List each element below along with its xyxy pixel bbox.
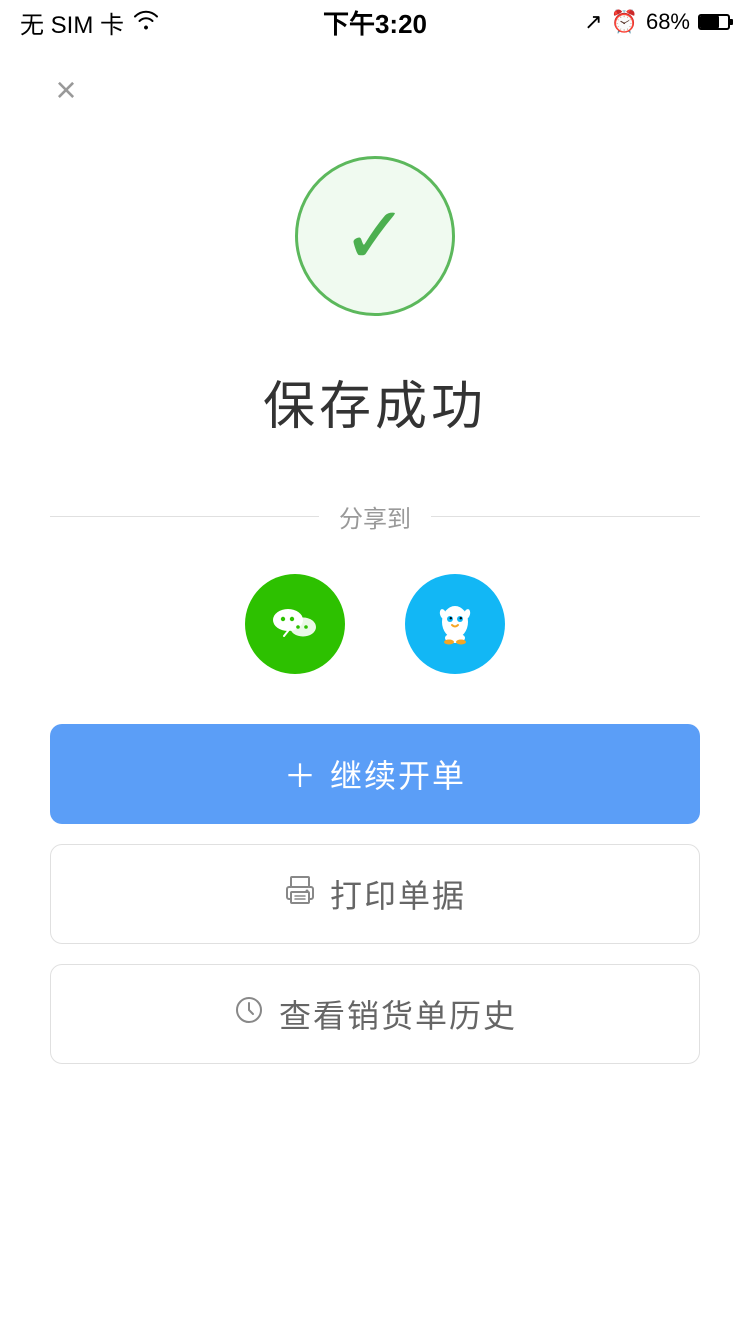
wechat-share-button[interactable] xyxy=(245,574,345,674)
wifi-icon xyxy=(132,8,160,37)
left-divider xyxy=(50,516,319,517)
history-icon xyxy=(233,994,265,1034)
alarm-icon: ⏰ xyxy=(611,9,638,35)
status-bar: 无 SIM 卡 下午3:20 ↗ ⏰ 68% xyxy=(0,0,750,44)
plus-icon: ＋ xyxy=(284,751,318,797)
action-buttons: ＋ 继续开单 打印单据 xyxy=(50,724,700,1104)
close-icon: × xyxy=(55,72,76,108)
checkmark-icon: ✓ xyxy=(341,196,408,276)
history-label: 查看销货单历史 xyxy=(279,991,517,1037)
history-button[interactable]: 查看销货单历史 xyxy=(50,964,700,1064)
status-left: 无 SIM 卡 xyxy=(20,5,160,40)
battery-icon xyxy=(698,14,730,30)
share-icons-row xyxy=(50,574,700,674)
continue-button[interactable]: ＋ 继续开单 xyxy=(50,724,700,824)
location-icon: ↗ xyxy=(584,9,602,35)
wechat-icon xyxy=(265,594,325,654)
main-content: ✓ 保存成功 分享到 xyxy=(0,116,750,1334)
close-btn-row: × xyxy=(0,44,750,116)
print-label: 打印单据 xyxy=(330,871,466,917)
status-time: 下午3:20 xyxy=(323,4,427,41)
share-section: 分享到 xyxy=(50,499,700,674)
share-divider-row: 分享到 xyxy=(50,499,700,534)
close-button[interactable]: × xyxy=(40,64,92,116)
battery-label: 68% xyxy=(646,9,690,35)
status-right: ↗ ⏰ 68% xyxy=(584,9,730,35)
qq-icon xyxy=(425,594,485,654)
right-divider xyxy=(431,516,700,517)
qq-share-button[interactable] xyxy=(405,574,505,674)
success-circle: ✓ xyxy=(295,156,455,316)
print-button[interactable]: 打印单据 xyxy=(50,844,700,944)
printer-icon xyxy=(284,874,316,914)
no-sim-label: 无 SIM 卡 xyxy=(20,5,124,40)
continue-label: 继续开单 xyxy=(330,751,466,797)
share-label: 分享到 xyxy=(339,499,411,534)
success-title: 保存成功 xyxy=(263,364,487,439)
